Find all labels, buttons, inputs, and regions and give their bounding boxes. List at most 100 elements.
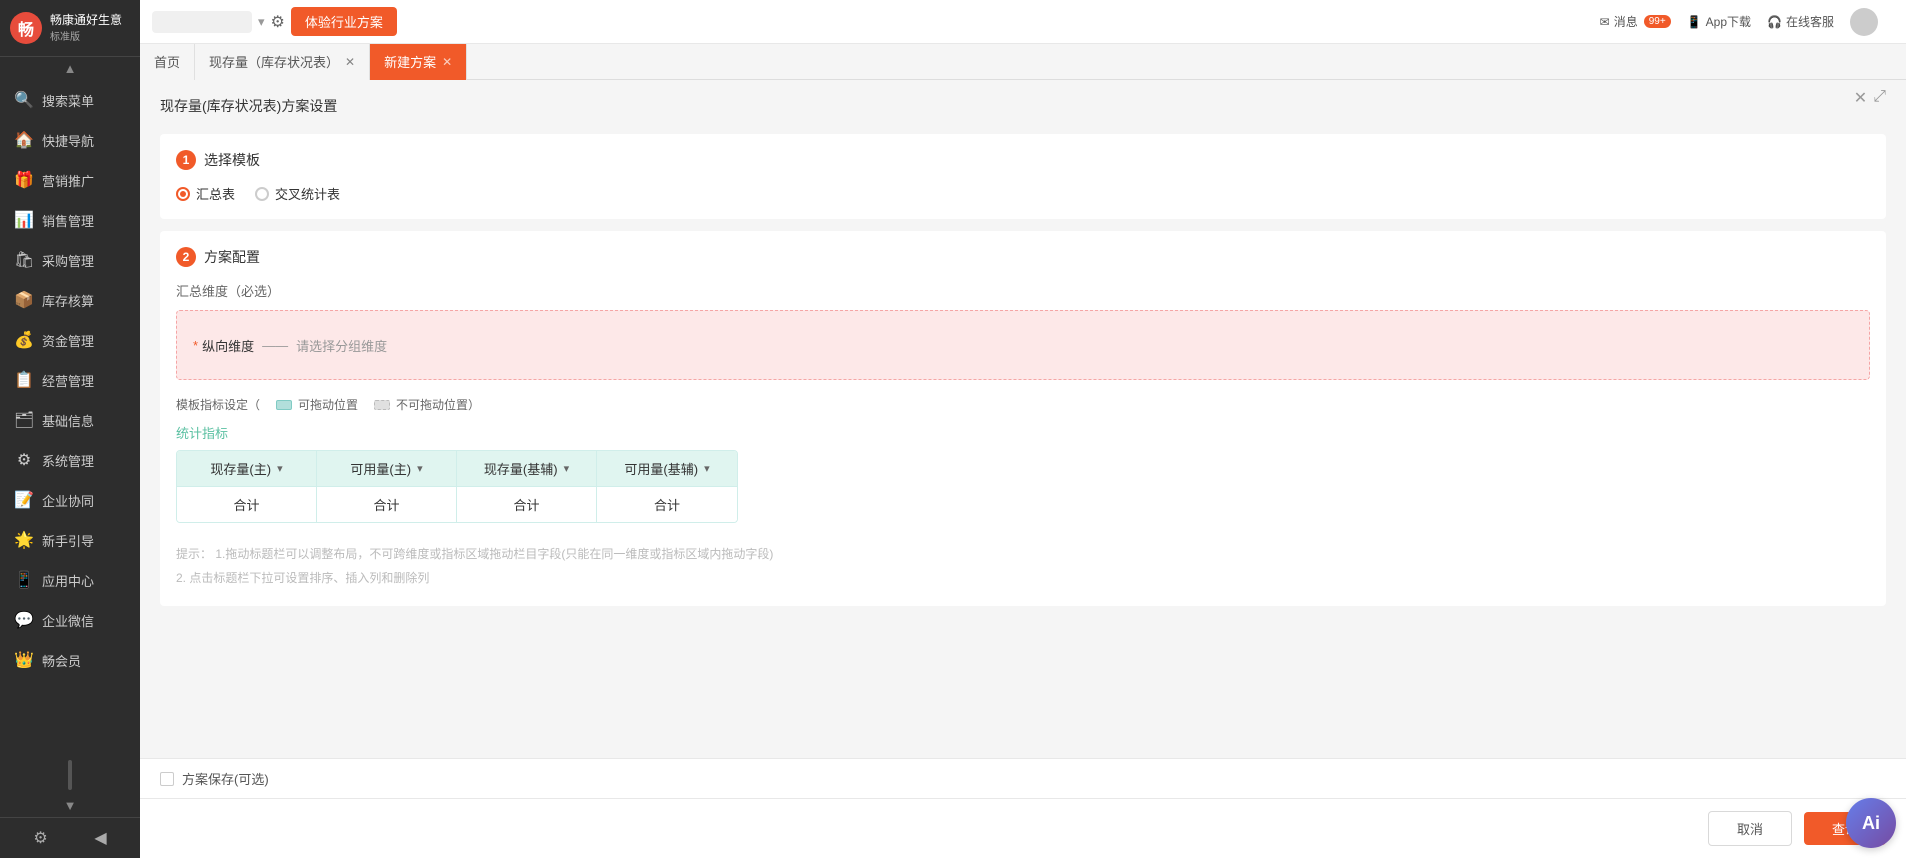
tab-close-new-scheme[interactable]: ✕ xyxy=(442,55,452,69)
tab-close-inventory-status[interactable]: ✕ xyxy=(345,55,355,69)
wechat-icon: 💬 xyxy=(14,610,34,630)
management-label: 经营管理 xyxy=(42,371,94,390)
sidebar-scroll-down[interactable]: ▼ xyxy=(0,794,140,817)
marketing-label: 营销推广 xyxy=(42,171,94,190)
sidebar-item-apps[interactable]: 📱 应用中心 xyxy=(0,560,140,600)
table-header-cell[interactable]: 现存量(主)▾ xyxy=(177,451,317,486)
sidebar-scrollbar xyxy=(0,756,140,794)
newbie-label: 新手引导 xyxy=(42,531,94,550)
cancel-button[interactable]: 取消 xyxy=(1708,811,1792,846)
tabbar: 首页现存量（库存状况表）✕新建方案✕ xyxy=(140,44,1906,80)
basic-icon: 🗂 xyxy=(14,410,34,430)
tip-text: 2. 点击标题栏下拉可设置排序、插入列和删除列 xyxy=(176,566,1870,590)
sidebar-item-contract[interactable]: 📝 企业协同 xyxy=(0,480,140,520)
sidebar-item-purchase[interactable]: 🛍 采购管理 xyxy=(0,240,140,280)
trial-button[interactable]: 体验行业方案 xyxy=(291,7,397,36)
save-checkbox[interactable] xyxy=(160,772,174,786)
legend-not-draggable-label: 不可拖动位置） xyxy=(396,396,480,413)
sidebar-item-system[interactable]: ⚙ 系统管理 xyxy=(0,440,140,480)
service-icon: 🎧 xyxy=(1767,15,1782,29)
sidebar-item-finance[interactable]: 💰 资金管理 xyxy=(0,320,140,360)
radio-dot-cross xyxy=(255,187,269,201)
sidebar-collapse-icon[interactable]: ◀ xyxy=(94,828,106,848)
app-label: App下载 xyxy=(1706,13,1751,30)
sidebar-item-vip[interactable]: 👑 畅会员 xyxy=(0,640,140,680)
header-dropdown-icon[interactable]: ▾ xyxy=(704,462,710,475)
apps-icon: 📱 xyxy=(14,570,34,590)
shortcut-label: 快捷导航 xyxy=(42,131,94,150)
radio-option-cross[interactable]: 交叉统计表 xyxy=(255,184,340,203)
tab-label-home: 首页 xyxy=(154,52,180,71)
sales-icon: 📊 xyxy=(14,210,34,230)
header-dropdown-icon[interactable]: ▾ xyxy=(417,462,423,475)
user-avatar[interactable] xyxy=(1850,8,1878,36)
scroll-thumb xyxy=(68,760,72,790)
logo-text: 畅康通好生意 标准版 xyxy=(50,13,122,44)
dim-placeholder: 请选择分组维度 xyxy=(296,336,387,355)
topbar-settings-icon[interactable]: ⚙ xyxy=(271,12,285,32)
ai-badge[interactable]: Ai xyxy=(1846,798,1896,848)
table-data-row: 合计合计合计合计 xyxy=(177,486,737,522)
tab-inventory-status[interactable]: 现存量（库存状况表）✕ xyxy=(195,44,370,80)
expand-panel-button[interactable]: ⤢ xyxy=(1873,88,1886,108)
template-options: 汇总表 交叉统计表 xyxy=(176,184,1870,203)
step2-section: 2 方案配置 汇总维度（必选） * 纵向维度 —— 请选择分组维度 模板指标设定… xyxy=(160,231,1886,606)
search-label: 搜索菜单 xyxy=(42,91,94,110)
sidebar-item-marketing[interactable]: 🎁 营销推广 xyxy=(0,160,140,200)
marketing-icon: 🎁 xyxy=(14,170,34,190)
topbar-online-service[interactable]: 🎧 在线客服 xyxy=(1767,13,1834,30)
finance-icon: 💰 xyxy=(14,330,34,350)
dimension-area[interactable]: * 纵向维度 —— 请选择分组维度 xyxy=(176,310,1870,380)
purchase-icon: 🛍 xyxy=(14,250,34,270)
apps-label: 应用中心 xyxy=(42,571,94,590)
table-header-row: 现存量(主)▾可用量(主)▾现存量(基辅)▾可用量(基辅)▾ xyxy=(177,451,737,486)
tab-home[interactable]: 首页 xyxy=(140,44,195,80)
sidebar-item-search[interactable]: 🔍 搜索菜单 xyxy=(0,80,140,120)
msg-label: 消息 xyxy=(1614,13,1638,30)
radio-label-cross: 交叉统计表 xyxy=(275,184,340,203)
sidebar-item-newbie[interactable]: 🌟 新手引导 xyxy=(0,520,140,560)
topbar-app-download[interactable]: 📱 App下载 xyxy=(1687,13,1751,30)
step2-title: 方案配置 xyxy=(204,247,260,267)
sidebar-item-wechat[interactable]: 💬 企业微信 xyxy=(0,600,140,640)
tip-text: 提示： 1.拖动标题栏可以调整布局，不可跨维度或指标区域拖动栏目字段(只能在同一… xyxy=(176,542,1870,566)
legend-not-draggable-box xyxy=(374,400,390,410)
sidebar: 畅 畅康通好生意 标准版 ▲ 🔍 搜索菜单 🏠 快捷导航 🎁 营销推广 📊 销售… xyxy=(0,0,140,858)
table-header-cell[interactable]: 现存量(基辅)▾ xyxy=(457,451,597,486)
indicators-table: 现存量(主)▾可用量(主)▾现存量(基辅)▾可用量(基辅)▾合计合计合计合计 xyxy=(176,450,738,523)
header-dropdown-icon[interactable]: ▾ xyxy=(564,462,570,475)
sidebar-item-sales[interactable]: 📊 销售管理 xyxy=(0,200,140,240)
sidebar-settings-icon[interactable]: ⚙ xyxy=(33,828,47,848)
tab-new-scheme[interactable]: 新建方案✕ xyxy=(370,44,467,80)
sidebar-scroll-up[interactable]: ▲ xyxy=(0,57,140,80)
logo-icon: 畅 xyxy=(10,12,42,44)
table-header-cell[interactable]: 可用量(主)▾ xyxy=(317,451,457,486)
radio-label-summary: 汇总表 xyxy=(196,184,235,203)
table-cell: 合计 xyxy=(177,487,317,522)
tips: 提示： 1.拖动标题栏可以调整布局，不可跨维度或指标区域拖动栏目字段(只能在同一… xyxy=(176,542,1870,590)
app-icon: 📱 xyxy=(1687,15,1702,29)
table-header-cell[interactable]: 可用量(基辅)▾ xyxy=(597,451,737,486)
msg-badge: 99+ xyxy=(1644,15,1671,28)
radio-option-summary[interactable]: 汇总表 xyxy=(176,184,235,203)
contract-icon: 📝 xyxy=(14,490,34,510)
sidebar-item-shortcut[interactable]: 🏠 快捷导航 xyxy=(0,120,140,160)
legend-draggable: 可拖动位置 xyxy=(276,396,358,413)
close-panel-button[interactable]: ✕ xyxy=(1854,88,1867,108)
step2-badge: 2 xyxy=(176,247,196,267)
sidebar-item-management[interactable]: 📋 经营管理 xyxy=(0,360,140,400)
required-star: * xyxy=(193,338,198,353)
topbar-right: ✉ 消息 99+ 📱 App下载 🎧 在线客服 xyxy=(1600,8,1894,36)
dimension-title: 汇总维度（必选） xyxy=(176,281,1870,300)
sidebar-item-basic[interactable]: 🗂 基础信息 xyxy=(0,400,140,440)
header-dropdown-icon[interactable]: ▾ xyxy=(277,462,283,475)
legend-draggable-label: 可拖动位置 xyxy=(298,396,358,413)
topbar-dropdown-icon[interactable]: ▾ xyxy=(258,14,265,30)
sales-label: 销售管理 xyxy=(42,211,94,230)
step1-header: 1 选择模板 xyxy=(176,150,1870,170)
topbar-messages[interactable]: ✉ 消息 99+ xyxy=(1600,13,1671,30)
inventory-label: 库存核算 xyxy=(42,291,94,310)
topbar: ▾ ⚙ 体验行业方案 ✉ 消息 99+ 📱 App下载 🎧 在线客服 xyxy=(140,0,1906,44)
breadcrumb-input[interactable] xyxy=(152,11,252,33)
sidebar-item-inventory[interactable]: 📦 库存核算 xyxy=(0,280,140,320)
